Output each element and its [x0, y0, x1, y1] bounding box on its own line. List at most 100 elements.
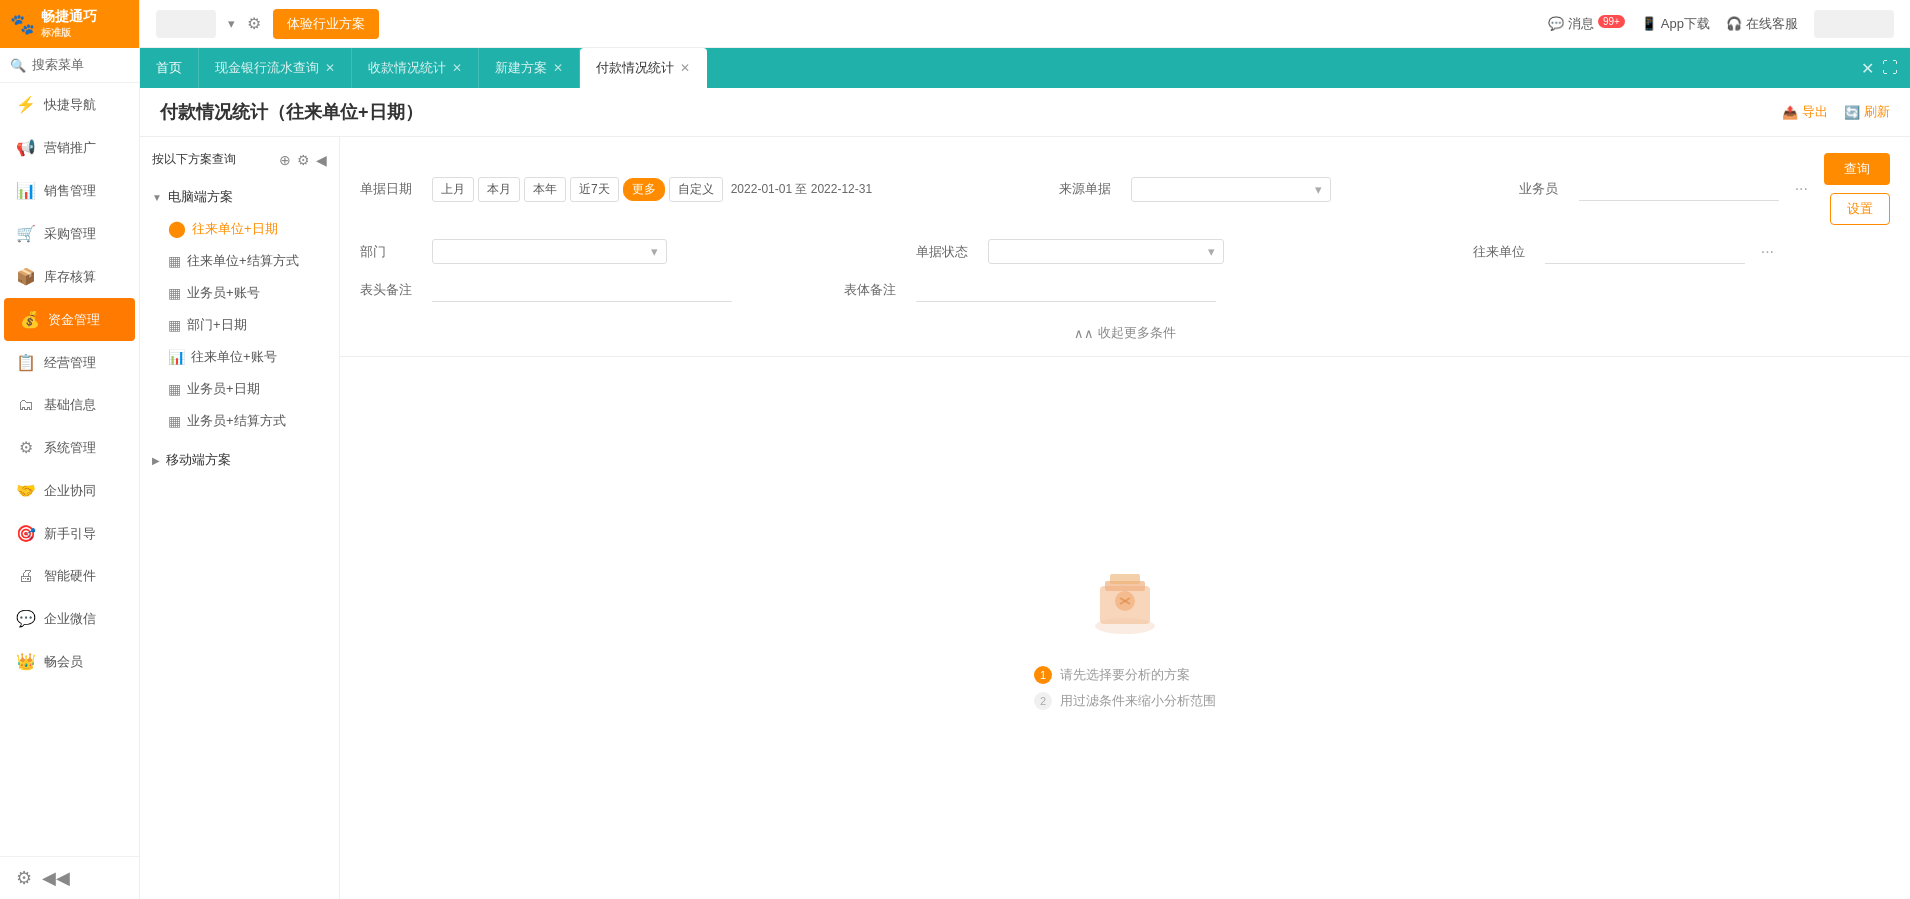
tab-payment-stats-close[interactable]: ✕ — [680, 61, 690, 75]
scheme-item-department-date[interactable]: ▦ 部门+日期 — [140, 309, 339, 341]
body-note-input[interactable] — [916, 278, 1216, 302]
sidebar-item-member[interactable]: 👑 畅会员 — [0, 640, 139, 683]
sidebar-item-marketing[interactable]: 📢 营销推广 — [0, 126, 139, 169]
scheme-item-icon-1: ▦ — [168, 253, 181, 269]
scheme-item-salesman-settlement[interactable]: ▦ 业务员+结算方式 — [140, 405, 339, 437]
online-service-action[interactable]: 🎧 在线客服 — [1726, 15, 1798, 33]
scheme-item-label: 业务员+结算方式 — [187, 412, 286, 430]
add-scheme-btn[interactable]: ⊕ — [279, 152, 291, 168]
source-doc-arrow: ▾ — [1315, 182, 1322, 197]
header-note-input[interactable] — [432, 278, 732, 302]
collapse-btn[interactable]: ∧∧ 收起更多条件 — [360, 316, 1890, 346]
date-btn-last-7days[interactable]: 近7天 — [570, 177, 619, 202]
sidebar-item-label: 智能硬件 — [44, 567, 96, 585]
sidebar-item-basic-info[interactable]: 🗂 基础信息 — [0, 384, 139, 426]
tab-payment-stats[interactable]: 付款情况统计 ✕ — [580, 48, 707, 88]
sidebar-collapse-btn[interactable]: ◀◀ — [42, 867, 70, 889]
scheme-item-counterparty-date[interactable]: ⬤ 往来单位+日期 — [140, 212, 339, 245]
sidebar-item-label: 畅会员 — [44, 653, 83, 671]
marketing-icon: 📢 — [16, 138, 36, 157]
scheme-item-icon-2: ▦ — [168, 285, 181, 301]
topbar-gear-icon[interactable]: ⚙ — [247, 14, 261, 33]
trial-btn[interactable]: 体验行业方案 — [273, 9, 379, 39]
mobile-group-header[interactable]: ▶ 移动端方案 — [140, 445, 339, 475]
scheme-item-salesman-account[interactable]: ▦ 业务员+账号 — [140, 277, 339, 309]
sidebar-item-wechat[interactable]: 💬 企业微信 — [0, 597, 139, 640]
tab-new-scheme[interactable]: 新建方案 ✕ — [479, 48, 580, 88]
tab-home[interactable]: 首页 — [140, 48, 199, 88]
tab-bank-flow-close[interactable]: ✕ — [325, 61, 335, 75]
sidebar-item-guide[interactable]: 🎯 新手引导 — [0, 512, 139, 555]
scheme-item-icon-5: ▦ — [168, 381, 181, 397]
salesman-input[interactable] — [1579, 177, 1779, 201]
salesman-label: 业务员 — [1519, 180, 1563, 198]
scheme-item-counterparty-account[interactable]: 📊 往来单位+账号 — [140, 341, 339, 373]
sidebar-item-inventory[interactable]: 📦 库存核算 — [0, 255, 139, 298]
settings-btn[interactable]: 设置 — [1830, 193, 1890, 225]
counterparty-input[interactable] — [1545, 240, 1745, 264]
tabbar-actions: ✕ ⛶ — [1849, 59, 1910, 78]
date-btn-group: 上月 本月 本年 近7天 更多 自定义 2022-01-01 至 2022-12… — [432, 177, 872, 202]
empty-state: 1 请先选择要分析的方案 2 用过滤条件来缩小分析范围 — [340, 357, 1910, 899]
desktop-group-header[interactable]: ▼ 电脑端方案 — [140, 182, 339, 212]
sidebar-item-quick-nav[interactable]: ⚡ 快捷导航 — [0, 83, 139, 126]
sidebar-item-system[interactable]: ⚙ 系统管理 — [0, 426, 139, 469]
department-select[interactable]: ▾ — [432, 239, 667, 264]
refresh-btn[interactable]: 🔄 刷新 — [1844, 103, 1890, 121]
empty-tip-2: 2 用过滤条件来缩小分析范围 — [1034, 692, 1216, 710]
messages-action[interactable]: 💬 消息 99+ — [1548, 15, 1625, 33]
sidebar-item-hardware[interactable]: 🖨 智能硬件 — [0, 555, 139, 597]
scheme-item-counterparty-settlement[interactable]: ▦ 往来单位+结算方式 — [140, 245, 339, 277]
messages-label: 消息 — [1568, 15, 1594, 33]
sidebar-item-sales[interactable]: 📊 销售管理 — [0, 169, 139, 212]
collapse-label: 收起更多条件 — [1098, 324, 1176, 342]
date-btn-custom[interactable]: 自定义 — [669, 177, 723, 202]
date-range-display: 2022-01-01 至 2022-12-31 — [731, 181, 872, 198]
app-download-action[interactable]: 📱 App下载 — [1641, 15, 1710, 33]
left-panel: 按以下方案查询 ⊕ ⚙ ◀ ▼ 电脑端方案 ⬤ 往来单位+日期 — [140, 137, 340, 899]
sidebar-item-cooperation[interactable]: 🤝 企业协同 — [0, 469, 139, 512]
scheme-item-icon-4: 📊 — [168, 349, 185, 365]
sidebar-settings-btn[interactable]: ⚙ — [16, 867, 32, 889]
search-label: 搜索菜单 — [32, 56, 84, 74]
doc-status-select[interactable]: ▾ — [988, 239, 1223, 264]
refresh-label: 刷新 — [1864, 103, 1890, 121]
tab-bank-flow[interactable]: 现金银行流水查询 ✕ — [199, 48, 352, 88]
date-btn-this-month[interactable]: 本月 — [478, 177, 520, 202]
tab-receipt-stats[interactable]: 收款情况统计 ✕ — [352, 48, 479, 88]
scheme-item-salesman-date[interactable]: ▦ 业务员+日期 — [140, 373, 339, 405]
sidebar-search[interactable]: 🔍 搜索菜单 — [0, 48, 139, 83]
sidebar-item-label: 企业协同 — [44, 482, 96, 500]
scheme-settings-btn[interactable]: ⚙ — [297, 152, 310, 168]
export-btn[interactable]: 📤 导出 — [1782, 103, 1828, 121]
tabbar: 首页 现金银行流水查询 ✕ 收款情况统计 ✕ 新建方案 ✕ 付款情况统计 ✕ ✕… — [140, 48, 1910, 88]
date-btn-last-month[interactable]: 上月 — [432, 177, 474, 202]
user-avatar[interactable] — [1814, 10, 1894, 38]
tabbar-expand-icon[interactable]: ⛶ — [1882, 59, 1898, 77]
sidebar-item-label: 系统管理 — [44, 439, 96, 457]
salesman-dots[interactable]: ··· — [1795, 180, 1808, 198]
operation-icon: 📋 — [16, 353, 36, 372]
date-btn-more[interactable]: 更多 — [623, 178, 665, 201]
hardware-icon: 🖨 — [16, 567, 36, 585]
query-btn[interactable]: 查询 — [1824, 153, 1890, 185]
filter-row-2: 部门 ▾ 单据状态 ▾ 往来单位 — [360, 239, 1890, 264]
tab-new-scheme-label: 新建方案 — [495, 59, 547, 77]
scheme-item-icon-6: ▦ — [168, 413, 181, 429]
tab-new-scheme-close[interactable]: ✕ — [553, 61, 563, 75]
date-btn-this-year[interactable]: 本年 — [524, 177, 566, 202]
sidebar-item-purchase[interactable]: 🛒 采购管理 — [0, 212, 139, 255]
topbar: ▾ ⚙ 体验行业方案 💬 消息 99+ 📱 App下载 🎧 在线客服 — [140, 0, 1910, 48]
department-label: 部门 — [360, 243, 416, 261]
source-doc-label: 来源单据 — [1059, 180, 1115, 198]
tabbar-close-all-icon[interactable]: ✕ — [1861, 59, 1874, 78]
topbar-user-avatar — [156, 10, 216, 38]
sidebar-item-operation[interactable]: 📋 经营管理 — [0, 341, 139, 384]
source-doc-select[interactable]: ▾ — [1131, 177, 1331, 202]
date-label: 单据日期 — [360, 180, 416, 198]
tab-receipt-stats-close[interactable]: ✕ — [452, 61, 462, 75]
topbar-dropdown-arrow[interactable]: ▾ — [228, 16, 235, 31]
counterparty-dots[interactable]: ··· — [1761, 243, 1774, 261]
scheme-collapse-btn[interactable]: ◀ — [316, 152, 327, 168]
sidebar-item-finance[interactable]: 💰 资金管理 — [4, 298, 135, 341]
